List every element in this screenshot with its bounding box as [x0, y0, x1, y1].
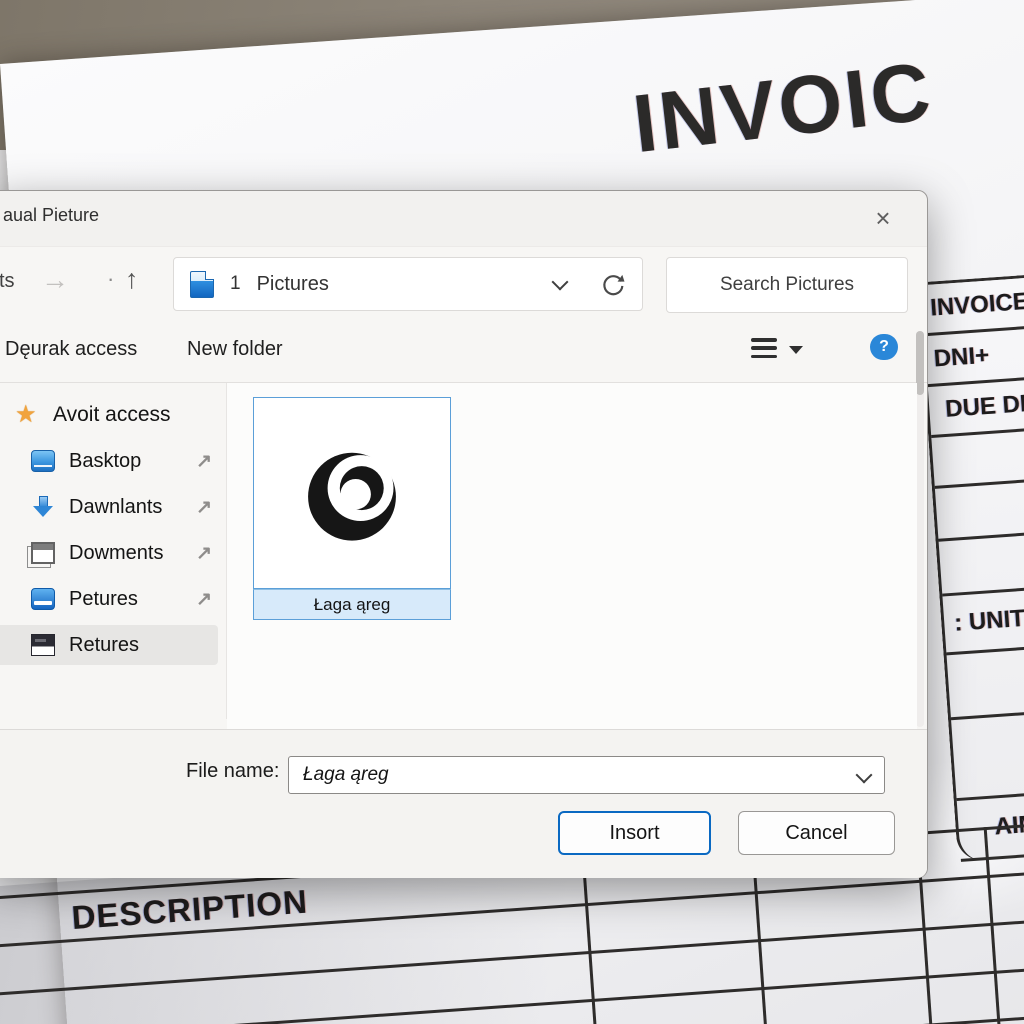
sidebar-item-label: Retures: [69, 633, 140, 656]
pin-arrow-icon[interactable]: ↗: [196, 450, 212, 473]
search-placeholder: Search Pictures: [719, 274, 855, 295]
insert-picture-dialog: aual Pieture × ts → · ↑ 1 Pictures Searc…: [0, 190, 928, 878]
sidebar-item-label: Dowments: [69, 541, 164, 564]
sidebar: Avoit access Basktop ↗ Dawnlants ↗ Dowments ↗…: [0, 383, 226, 729]
file-name-chevron-icon[interactable]: [855, 766, 873, 784]
swirl-logo: [308, 452, 396, 541]
file-tile-label: Łaga ąreg: [253, 589, 451, 620]
navigation-bar: ts → · ↑ 1 Pictures Search Pictures: [0, 246, 927, 322]
sidebar-item-label: Petures: [69, 587, 138, 610]
table-row-line: [0, 996, 1024, 1024]
download-icon: [31, 496, 55, 518]
sidebar-header-quick-access[interactable]: Avoit access: [0, 395, 226, 435]
dialog-title: aual Pieture: [3, 205, 100, 225]
sidebar-item-dowments[interactable]: Dowments ↗: [0, 533, 226, 573]
sidebar-item-label: Dawnlants: [69, 495, 163, 518]
address-bar[interactable]: 1 Pictures: [173, 257, 643, 311]
pin-arrow-icon[interactable]: ↗: [196, 496, 212, 519]
cancel-button[interactable]: Cancel: [738, 811, 895, 855]
table-row-line: [0, 948, 1024, 1024]
documents-icon: [31, 542, 55, 564]
dialog-footer: File name: Łaga ąreg Insort Cancel: [0, 729, 927, 878]
nav-dot-icon: ·: [107, 266, 115, 291]
help-icon[interactable]: ?: [870, 334, 898, 360]
up-arrow-icon[interactable]: ↑: [125, 264, 139, 295]
dialog-titlebar: aual Pieture ×: [0, 191, 927, 247]
file-name-input[interactable]: Łaga ąreg: [288, 756, 885, 794]
file-thumbnail[interactable]: [253, 397, 451, 589]
close-icon[interactable]: ×: [865, 200, 901, 236]
pin-arrow-icon[interactable]: ↗: [196, 542, 212, 565]
breadcrumb-folder[interactable]: Pictures: [257, 273, 329, 296]
new-folder-button[interactable]: New folder: [187, 338, 283, 361]
star-icon: [15, 400, 41, 429]
dialog-body: Avoit access Basktop ↗ Dawnlants ↗ Dowments ↗…: [0, 383, 927, 729]
sidebar-divider: [226, 383, 227, 719]
pictures-icon: [31, 588, 55, 610]
sidebar-item-basktop[interactable]: Basktop ↗: [0, 441, 226, 481]
file-name-value: Łaga ąreg: [303, 764, 389, 785]
sidebar-item-retures[interactable]: Retures: [0, 625, 218, 665]
sidebar-header-label: Avoit access: [53, 403, 171, 426]
pin-arrow-icon[interactable]: ↗: [196, 588, 212, 611]
chevron-down-icon[interactable]: [551, 273, 569, 291]
sidebar-item-dawnlants[interactable]: Dawnlants ↗: [0, 487, 226, 527]
file-tile--aga-reg[interactable]: Łaga ąreg: [253, 397, 451, 621]
nav-text-fragment: ts: [0, 270, 15, 292]
dialog-toolbar: Dęurak access New folder ?: [0, 322, 927, 383]
sidebar-item-label: Basktop: [69, 449, 142, 472]
breadcrumb-number: 1: [230, 273, 241, 294]
refresh-icon[interactable]: [600, 271, 626, 297]
forward-arrow-icon[interactable]: →: [41, 264, 69, 296]
pictures-folder-icon: [190, 270, 214, 298]
sidebar-items: Basktop ↗ Dawnlants ↗ Dowments ↗ Petures ↗ Retur…: [0, 441, 226, 665]
returns-icon: [31, 634, 55, 656]
list-view-icon: [751, 338, 777, 358]
sidebar-item-petures[interactable]: Petures ↗: [0, 579, 226, 619]
view-options-button[interactable]: [751, 338, 803, 358]
toolbar-quick-access[interactable]: Dęurak access: [5, 338, 137, 361]
dropdown-triangle-icon: [789, 346, 803, 354]
file-name-label: File name:: [186, 760, 280, 782]
insert-button[interactable]: Insort: [558, 811, 711, 855]
search-input[interactable]: Search Pictures: [666, 257, 908, 313]
desktop-icon: [31, 450, 55, 472]
